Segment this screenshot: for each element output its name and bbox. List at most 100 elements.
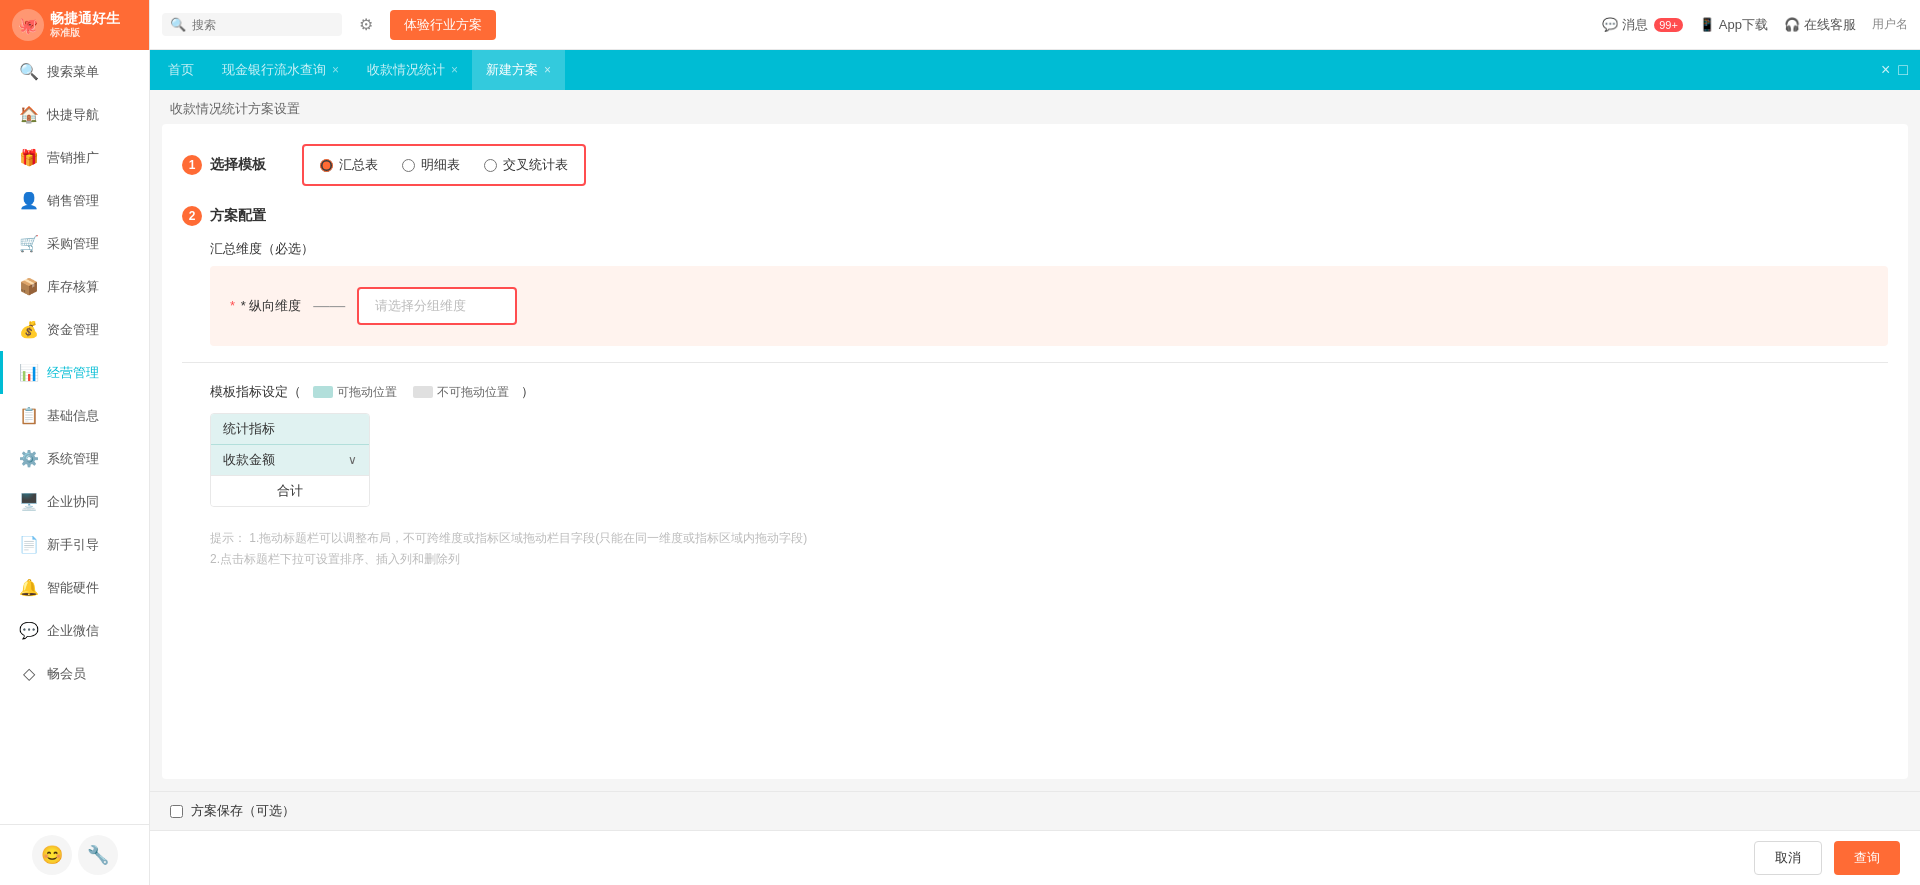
sidebar-item-label: 经营管理 <box>47 364 99 382</box>
tab-bank-flow-close[interactable]: × <box>332 63 339 77</box>
template-option-cross-label: 交叉统计表 <box>503 156 568 174</box>
template-radio-summary[interactable] <box>320 159 333 172</box>
header-search-box[interactable]: 🔍 <box>162 13 342 36</box>
search-input[interactable] <box>192 18 322 32</box>
sidebar-item-label: 智能硬件 <box>47 579 99 597</box>
sidebar-item-system[interactable]: ⚙️ 系统管理 <box>0 437 149 480</box>
cancel-button[interactable]: 取消 <box>1754 841 1822 875</box>
sidebar-nav: 🔍 搜索菜单 🏠 快捷导航 🎁 营销推广 👤 销售管理 🛒 采购管理 📦 库存核… <box>0 50 149 824</box>
sidebar-item-purchase[interactable]: 🛒 采购管理 <box>0 222 149 265</box>
search-icon: 🔍 <box>19 62 39 81</box>
save-checkbox[interactable] <box>170 805 183 818</box>
footer-save: 方案保存（可选） <box>150 791 1920 830</box>
sidebar-item-sales[interactable]: 👤 销售管理 <box>0 179 149 222</box>
logo-sub: 标准版 <box>50 26 120 40</box>
sidebar: 🐙 畅捷通好生 标准版 🔍 搜索菜单 🏠 快捷导航 🎁 营销推广 👤 销售管理 … <box>0 0 150 885</box>
template-radio-detail[interactable] <box>402 159 415 172</box>
template-option-detail[interactable]: 明细表 <box>402 156 460 174</box>
tab-bank-flow[interactable]: 现金银行流水查询 × <box>208 50 353 90</box>
sidebar-item-search[interactable]: 🔍 搜索菜单 <box>0 50 149 93</box>
sidebar-item-label: 销售管理 <box>47 192 99 210</box>
sidebar-item-label: 采购管理 <box>47 235 99 253</box>
divider-1 <box>182 362 1888 363</box>
sidebar-item-wechat[interactable]: 💬 企业微信 <box>0 609 149 652</box>
sidebar-item-label: 系统管理 <box>47 450 99 468</box>
download-button[interactable]: 📱 App下载 <box>1699 16 1768 34</box>
service-label: 在线客服 <box>1804 16 1856 34</box>
gear-icon: ⚙ <box>359 15 373 34</box>
logo-icon: 🐙 <box>12 9 44 41</box>
sidebar-item-inventory[interactable]: 📦 库存核算 <box>0 265 149 308</box>
sidebar-bottom-btn-2[interactable]: 🔧 <box>78 835 118 875</box>
sidebar-item-label: 库存核算 <box>47 278 99 296</box>
tab-collection-stats[interactable]: 收款情况统计 × <box>353 50 472 90</box>
collection-amount-label: 收款金额 <box>223 451 275 469</box>
template-radio-cross[interactable] <box>484 159 497 172</box>
tab-home[interactable]: 首页 <box>154 50 208 90</box>
sidebar-item-member[interactable]: ◇ 畅会员 <box>0 652 149 695</box>
step2-title: 方案配置 <box>210 207 266 225</box>
tab-new-plan[interactable]: 新建方案 × <box>472 50 565 90</box>
sidebar-logo: 🐙 畅捷通好生 标准版 <box>0 0 149 50</box>
sidebar-item-basic-info[interactable]: 📋 基础信息 <box>0 394 149 437</box>
monitor-icon: 🖥️ <box>19 492 39 511</box>
window-close-button[interactable]: × <box>1881 61 1890 79</box>
dimension-select[interactable]: 请选择分组维度 <box>357 287 517 325</box>
template-option-cross[interactable]: 交叉统计表 <box>484 156 568 174</box>
sidebar-item-marketing[interactable]: 🎁 营销推广 <box>0 136 149 179</box>
sidebar-item-label: 企业协同 <box>47 493 99 511</box>
template-option-summary[interactable]: 汇总表 <box>320 156 378 174</box>
message-label: 消息 <box>1622 16 1648 34</box>
window-maximize-button[interactable]: □ <box>1898 61 1908 79</box>
sidebar-item-guide[interactable]: 📄 新手引导 <box>0 523 149 566</box>
header-actions: 💬 消息 99+ 📱 App下载 🎧 在线客服 用户名 <box>1602 16 1908 34</box>
step1-number: 1 <box>182 155 202 175</box>
chat-icon: 💬 <box>19 621 39 640</box>
sidebar-bottom: 😊 🔧 <box>0 824 149 885</box>
sidebar-item-label: 新手引导 <box>47 536 99 554</box>
sidebar-item-capital[interactable]: 💰 资金管理 <box>0 308 149 351</box>
cart-icon: 🛒 <box>19 234 39 253</box>
sidebar-item-smart-hw[interactable]: 🔔 智能硬件 <box>0 566 149 609</box>
form-card: 1 选择模板 汇总表 明细表 交叉统计表 <box>162 124 1908 779</box>
non-draggable-label: 不可拖动位置 <box>437 384 509 401</box>
sidebar-item-management[interactable]: 📊 经营管理 <box>0 351 149 394</box>
template-option-detail-label: 明细表 <box>421 156 460 174</box>
chevron-down-icon[interactable]: ∨ <box>348 453 357 467</box>
sidebar-bottom-btn-1[interactable]: 😊 <box>32 835 72 875</box>
settings-button[interactable]: ⚙ <box>350 9 382 41</box>
message-button[interactable]: 💬 消息 99+ <box>1602 16 1683 34</box>
tab-collection-stats-close[interactable]: × <box>451 63 458 77</box>
sidebar-item-quick-nav[interactable]: 🏠 快捷导航 <box>0 93 149 136</box>
breadcrumb: 收款情况统计方案设置 <box>150 90 1920 124</box>
industry-plan-button[interactable]: 体验行业方案 <box>390 10 496 40</box>
document-icon: 📄 <box>19 535 39 554</box>
metrics-label: 模板指标设定（ <box>210 383 301 401</box>
tip-2: 2.点击标题栏下拉可设置排序、插入列和删除列 <box>210 551 1888 568</box>
sidebar-item-label: 企业微信 <box>47 622 99 640</box>
dimension-title: 汇总维度（必选） <box>210 240 1888 258</box>
header: 🔍 ⚙ 体验行业方案 💬 消息 99+ 📱 App下载 🎧 在线客服 用户名 <box>150 0 1920 50</box>
download-label: App下载 <box>1719 16 1768 34</box>
collection-amount-row[interactable]: 收款金额 ∨ <box>211 444 369 475</box>
tab-collection-stats-label: 收款情况统计 <box>367 61 445 79</box>
logo-name: 畅捷通好生 <box>50 10 120 27</box>
tab-home-label: 首页 <box>168 61 194 79</box>
query-button[interactable]: 查询 <box>1834 841 1900 875</box>
user-icon: 👤 <box>19 191 39 210</box>
sidebar-item-enterprise[interactable]: 🖥️ 企业协同 <box>0 480 149 523</box>
sidebar-item-label: 资金管理 <box>47 321 99 339</box>
tip-1: 提示： 1.拖动标题栏可以调整布局，不可跨维度或指标区域拖动栏目字段(只能在同一… <box>210 530 1888 547</box>
tab-new-plan-close[interactable]: × <box>544 63 551 77</box>
money-icon: 💰 <box>19 320 39 339</box>
settings-icon: ⚙️ <box>19 449 39 468</box>
service-button[interactable]: 🎧 在线客服 <box>1784 16 1856 34</box>
sidebar-item-label: 营销推广 <box>47 149 99 167</box>
service-icon: 🎧 <box>1784 17 1800 32</box>
metrics-legend: 可拖动位置 不可拖动位置 <box>313 384 509 401</box>
non-draggable-color <box>413 386 433 398</box>
legend-draggable: 可拖动位置 <box>313 384 397 401</box>
download-icon: 📱 <box>1699 17 1715 32</box>
clipboard-icon: 📋 <box>19 406 39 425</box>
window-controls: × □ <box>1881 61 1916 79</box>
